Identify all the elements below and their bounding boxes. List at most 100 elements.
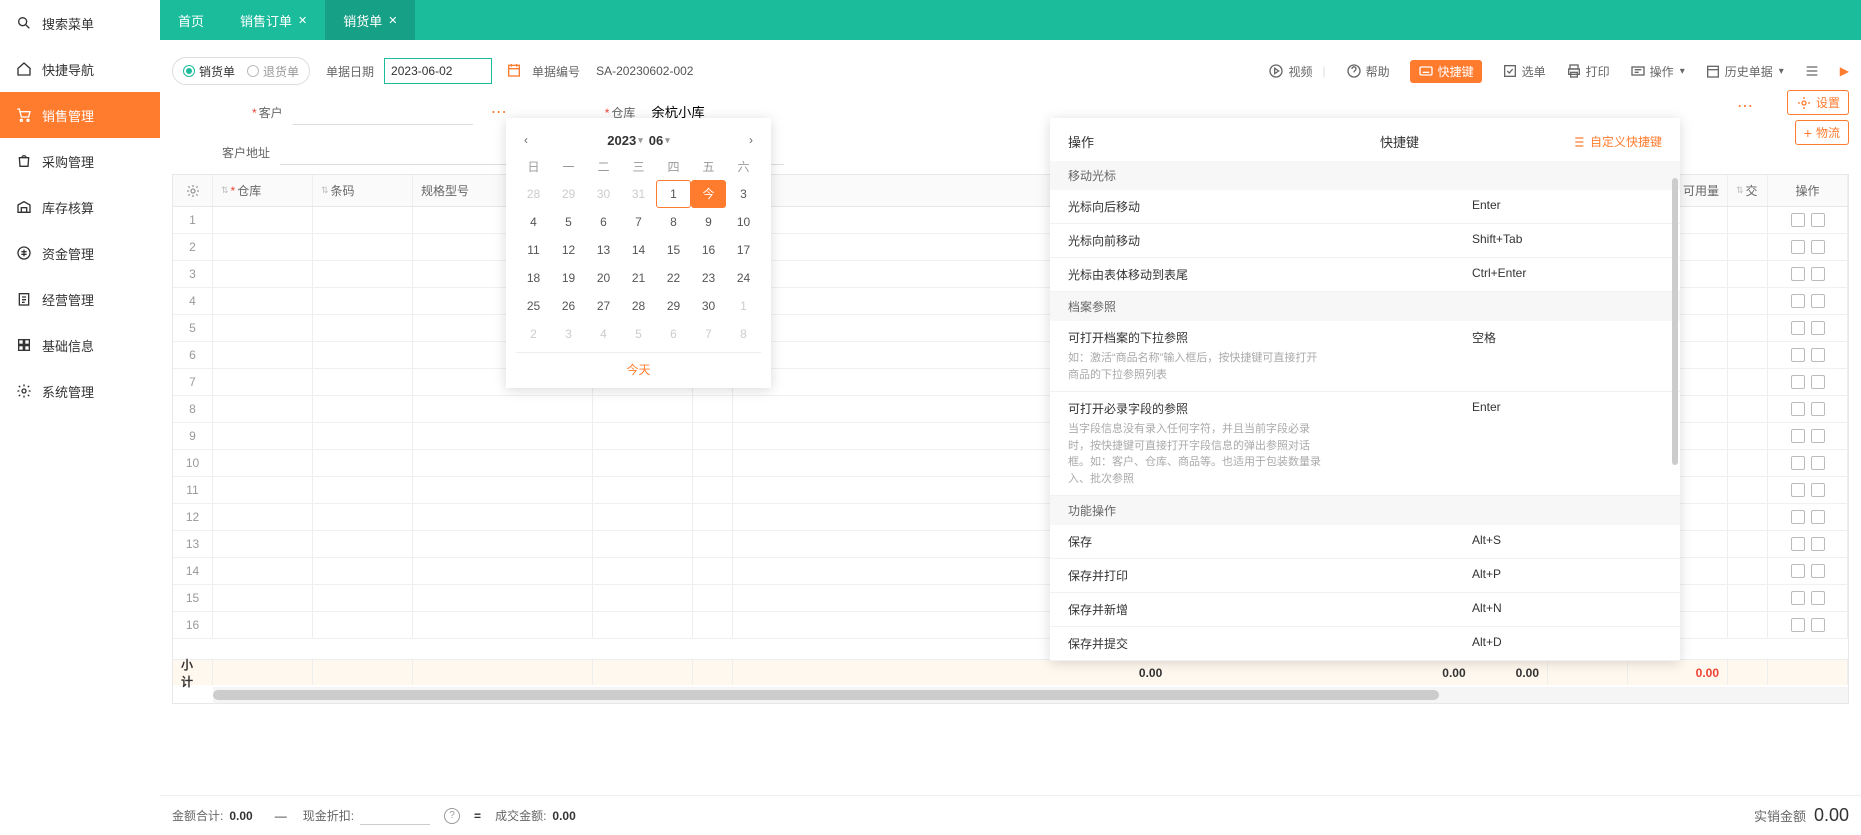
- cell-spec[interactable]: [413, 504, 593, 530]
- sidebar-item-basic[interactable]: 基础信息: [0, 322, 160, 368]
- close-icon[interactable]: ✕: [298, 14, 307, 27]
- calendar-day[interactable]: 26: [551, 292, 586, 320]
- copy-icon[interactable]: [1811, 510, 1825, 524]
- delete-icon[interactable]: [1791, 267, 1805, 281]
- calendar-day[interactable]: 15: [656, 236, 691, 264]
- cell-warehouse[interactable]: [213, 369, 313, 395]
- cell-jiao[interactable]: [1728, 315, 1768, 341]
- copy-icon[interactable]: [1811, 591, 1825, 605]
- calendar-day[interactable]: 5: [621, 320, 656, 348]
- cell-jiao[interactable]: [1728, 288, 1768, 314]
- discount-input[interactable]: [360, 807, 430, 825]
- panel-scrollbar[interactable]: [1672, 178, 1678, 657]
- cell-warehouse[interactable]: [213, 342, 313, 368]
- tab-sales-order[interactable]: 销售订单✕: [222, 0, 325, 40]
- delete-icon[interactable]: [1791, 429, 1805, 443]
- delete-icon[interactable]: [1791, 456, 1805, 470]
- cell-tax[interactable]: [593, 585, 693, 611]
- cell-barcode[interactable]: [313, 369, 413, 395]
- copy-icon[interactable]: [1811, 240, 1825, 254]
- cell-warehouse[interactable]: [213, 207, 313, 233]
- cell-star[interactable]: [693, 396, 733, 422]
- cell-spec[interactable]: [413, 612, 593, 638]
- copy-icon[interactable]: [1811, 267, 1825, 281]
- action-video[interactable]: 视频: [1268, 63, 1312, 80]
- calendar-day[interactable]: 7: [621, 208, 656, 236]
- calendar-day[interactable]: 今: [691, 180, 726, 208]
- th-jiao[interactable]: ⇅交: [1728, 175, 1768, 206]
- cell-star[interactable]: [693, 612, 733, 638]
- settings-button[interactable]: 设置: [1787, 90, 1849, 115]
- cell-warehouse[interactable]: [213, 585, 313, 611]
- cell-spec[interactable]: [413, 558, 593, 584]
- calendar-day[interactable]: 28: [621, 292, 656, 320]
- cell-barcode[interactable]: [313, 477, 413, 503]
- copy-icon[interactable]: [1811, 375, 1825, 389]
- cell-barcode[interactable]: [313, 423, 413, 449]
- delete-icon[interactable]: [1791, 591, 1805, 605]
- delete-icon[interactable]: [1791, 348, 1805, 362]
- help-icon[interactable]: ?: [444, 808, 460, 824]
- cell-warehouse[interactable]: [213, 423, 313, 449]
- calendar-day[interactable]: 30: [586, 180, 621, 208]
- action-operate[interactable]: 操作▾: [1630, 63, 1685, 80]
- calendar-day[interactable]: 10: [726, 208, 761, 236]
- delete-icon[interactable]: [1791, 375, 1805, 389]
- delete-icon[interactable]: [1791, 321, 1805, 335]
- action-history[interactable]: 历史单据▾: [1705, 63, 1784, 80]
- cell-jiao[interactable]: [1728, 585, 1768, 611]
- calendar-day[interactable]: 4: [516, 208, 551, 236]
- cell-spec[interactable]: [413, 477, 593, 503]
- cell-jiao[interactable]: [1728, 450, 1768, 476]
- th-barcode[interactable]: ⇅条码: [313, 175, 413, 206]
- calendar-day[interactable]: 20: [586, 264, 621, 292]
- cell-warehouse[interactable]: [213, 504, 313, 530]
- calendar-day[interactable]: 29: [656, 292, 691, 320]
- action-print[interactable]: 打印: [1566, 63, 1610, 80]
- cell-jiao[interactable]: [1728, 369, 1768, 395]
- sidebar-item-funds[interactable]: 资金管理: [0, 230, 160, 276]
- copy-icon[interactable]: [1811, 402, 1825, 416]
- sidebar-item-business[interactable]: 经营管理: [0, 276, 160, 322]
- calendar-day[interactable]: 16: [691, 236, 726, 264]
- delete-icon[interactable]: [1791, 213, 1805, 227]
- calendar-day[interactable]: 2: [516, 320, 551, 348]
- cell-warehouse[interactable]: [213, 288, 313, 314]
- copy-icon[interactable]: [1811, 213, 1825, 227]
- calendar-next[interactable]: ›: [741, 133, 761, 147]
- cell-warehouse[interactable]: [213, 558, 313, 584]
- calendar-day[interactable]: 5: [551, 208, 586, 236]
- calendar-day[interactable]: 18: [516, 264, 551, 292]
- th-warehouse[interactable]: ⇅*仓库: [213, 175, 313, 206]
- cell-jiao[interactable]: [1728, 261, 1768, 287]
- cell-jiao[interactable]: [1728, 342, 1768, 368]
- tab-delivery[interactable]: 销货单✕: [325, 0, 415, 40]
- cell-tax[interactable]: [593, 558, 693, 584]
- delete-icon[interactable]: [1791, 537, 1805, 551]
- cell-star[interactable]: [693, 531, 733, 557]
- copy-icon[interactable]: [1811, 429, 1825, 443]
- sidebar-item-system[interactable]: 系统管理: [0, 368, 160, 414]
- logistics-button[interactable]: +物流: [1795, 120, 1849, 145]
- tab-home[interactable]: 首页: [160, 0, 222, 40]
- form-more[interactable]: ⋯: [1729, 96, 1761, 116]
- sidebar-item-quicknav[interactable]: 快捷导航: [0, 46, 160, 92]
- customer-input[interactable]: [293, 99, 473, 125]
- radio-return[interactable]: 退货单: [247, 63, 299, 80]
- calendar-day[interactable]: 7: [691, 320, 726, 348]
- cell-barcode[interactable]: [313, 531, 413, 557]
- cell-tax[interactable]: [593, 396, 693, 422]
- calendar-day[interactable]: 9: [691, 208, 726, 236]
- calendar-day[interactable]: 1: [726, 292, 761, 320]
- calendar-day[interactable]: 3: [551, 320, 586, 348]
- calendar-day[interactable]: 22: [656, 264, 691, 292]
- calendar-day[interactable]: 31: [621, 180, 656, 208]
- cell-barcode[interactable]: [313, 612, 413, 638]
- cell-barcode[interactable]: [313, 207, 413, 233]
- cell-barcode[interactable]: [313, 234, 413, 260]
- sidebar-item-search[interactable]: 搜索菜单: [0, 0, 160, 46]
- sidebar-item-sales[interactable]: 销售管理: [0, 92, 160, 138]
- delete-icon[interactable]: [1791, 402, 1805, 416]
- calendar-day[interactable]: 1: [656, 180, 691, 208]
- calendar-day[interactable]: 13: [586, 236, 621, 264]
